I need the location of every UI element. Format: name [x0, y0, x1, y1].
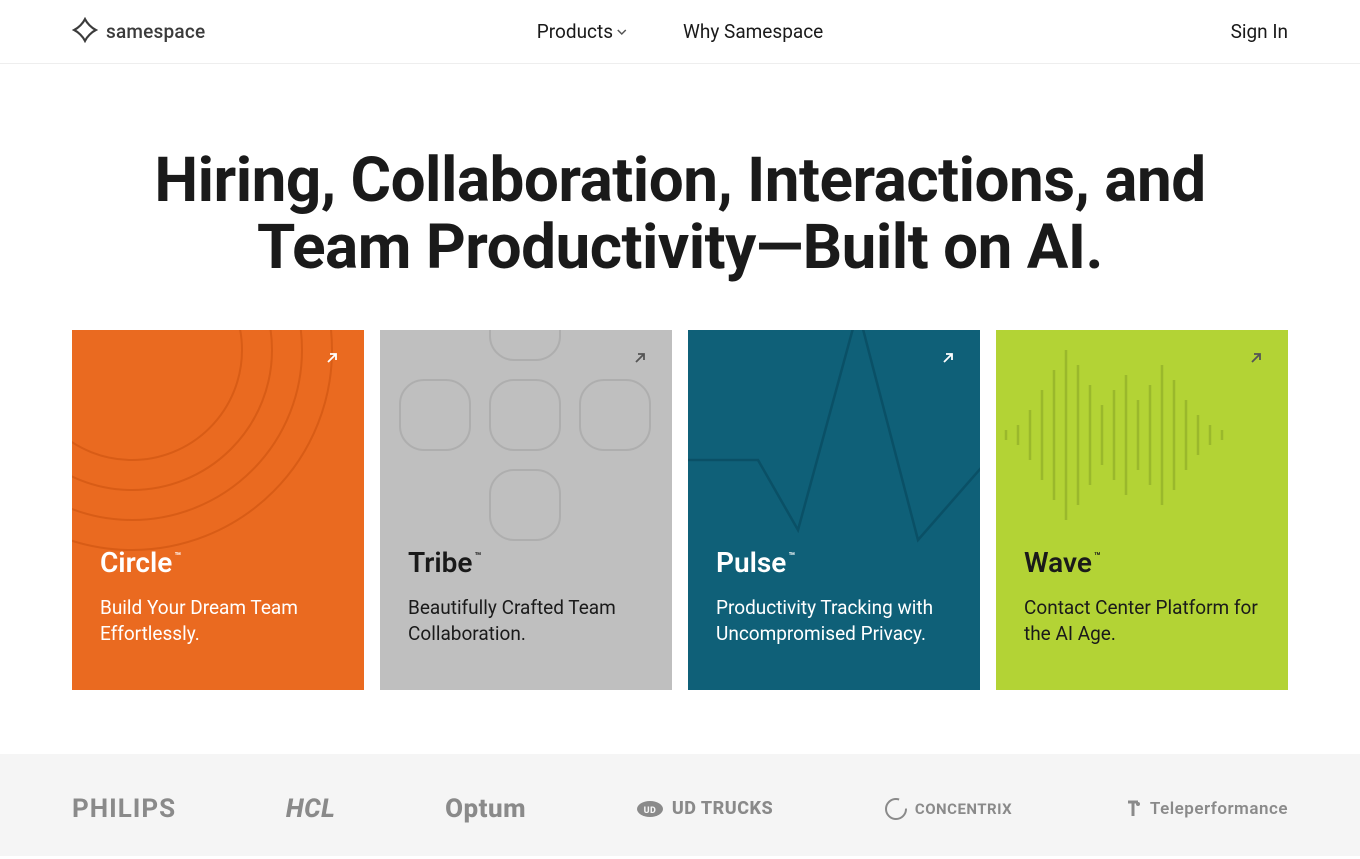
main-nav: Products Why Samespace — [537, 20, 823, 43]
trademark: ™ — [174, 550, 181, 563]
logo-ud-trucks: UD UD TRUCKS — [636, 798, 773, 819]
customer-logos: PHILIPS HCL Optum UD UD TRUCKS CONCENTRI… — [0, 754, 1360, 856]
product-cards: Circle ™ Build Your Dream Team Effortles… — [0, 330, 1360, 690]
hero: Hiring, Collaboration, Interactions, and… — [0, 64, 1360, 330]
brand-logo[interactable]: samespace — [72, 17, 205, 47]
card-pulse[interactable]: Pulse ™ Productivity Tracking with Uncom… — [688, 330, 980, 690]
logo-teleperformance: Teleperformance — [1122, 798, 1288, 820]
arrow-up-right-icon — [632, 350, 648, 366]
card-title-text: Pulse — [716, 546, 786, 579]
trademark: ™ — [1094, 550, 1101, 563]
logo-hcl: HCL — [286, 794, 335, 824]
brand-name: samespace — [106, 20, 205, 43]
card-desc: Beautifully Crafted Team Collaboration. — [408, 595, 644, 648]
hero-headline: Hiring, Collaboration, Interactions, and… — [72, 148, 1288, 282]
signin-link[interactable]: Sign In — [1231, 20, 1288, 43]
nav-products[interactable]: Products — [537, 20, 627, 43]
logo-optum: Optum — [445, 794, 526, 824]
card-wave[interactable]: Wave ™ Contact Center Platform for the A… — [996, 330, 1288, 690]
nav-products-label: Products — [537, 20, 613, 43]
card-title: Wave ™ — [1024, 546, 1260, 579]
card-title: Tribe ™ — [408, 546, 644, 579]
card-circle[interactable]: Circle ™ Build Your Dream Team Effortles… — [72, 330, 364, 690]
card-title: Circle ™ — [100, 546, 336, 579]
logo-tp-text: Teleperformance — [1150, 799, 1288, 819]
card-title-text: Wave — [1024, 546, 1092, 579]
card-desc: Contact Center Platform for the AI Age. — [1024, 595, 1260, 648]
card-desc: Build Your Dream Team Effortlessly. — [100, 595, 336, 648]
logo-philips: PHILIPS — [72, 794, 176, 824]
arrow-up-right-icon — [1248, 350, 1264, 366]
arrow-up-right-icon — [324, 350, 340, 366]
card-title-text: Tribe — [408, 546, 472, 579]
card-title: Pulse ™ — [716, 546, 952, 579]
logo-ud-text: UD TRUCKS — [672, 798, 773, 819]
nav-why-label: Why Samespace — [683, 20, 823, 43]
signin-label: Sign In — [1231, 20, 1288, 43]
trademark: ™ — [474, 550, 481, 563]
logo-icon — [72, 17, 98, 47]
nav-why-samespace[interactable]: Why Samespace — [683, 20, 823, 43]
card-desc: Productivity Tracking with Uncompromised… — [716, 595, 952, 648]
logo-concentrix-text: CONCENTRIX — [915, 800, 1012, 818]
card-tribe[interactable]: Tribe ™ Beautifully Crafted Team Collabo… — [380, 330, 672, 690]
chevron-down-icon — [617, 27, 627, 37]
trademark: ™ — [788, 550, 795, 563]
arrow-up-right-icon — [940, 350, 956, 366]
card-title-text: Circle — [100, 546, 172, 579]
svg-text:UD: UD — [643, 806, 656, 816]
header: samespace Products Why Samespace Sign In — [0, 0, 1360, 64]
logo-concentrix: CONCENTRIX — [883, 796, 1012, 822]
